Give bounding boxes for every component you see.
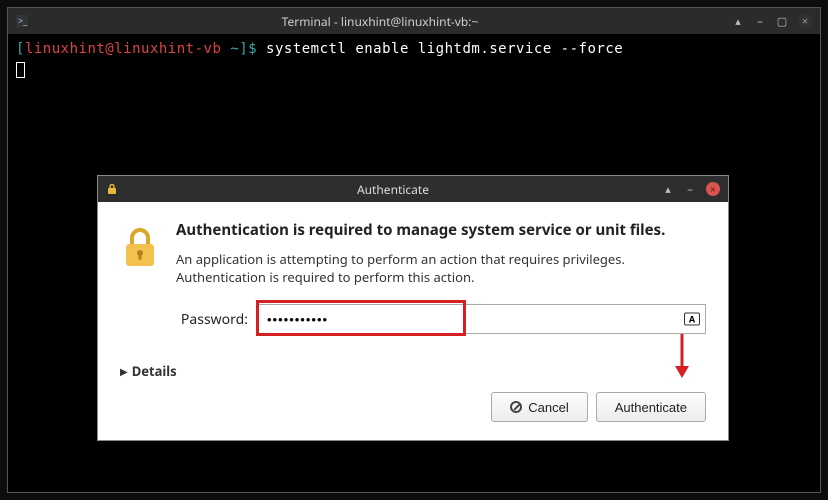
minimize-icon[interactable]: – <box>754 15 766 27</box>
dialog-description: An application is attempting to perform … <box>176 250 706 286</box>
lock-icon <box>106 183 118 195</box>
password-field-wrap: A <box>258 304 706 334</box>
terminal-icon: >_ <box>16 15 28 27</box>
dialog-title: Authenticate <box>124 181 662 198</box>
chevron-right-icon: ▶ <box>120 364 128 378</box>
details-label: Details <box>132 362 177 380</box>
dialog-titlebar[interactable]: Authenticate ▴ – × <box>98 176 728 202</box>
prompt-user: linuxhint@linuxhint-vb <box>25 41 221 57</box>
prompt-bracket-open: [ <box>16 41 25 57</box>
authenticate-button[interactable]: Authenticate <box>596 392 706 422</box>
dialog-keep-above-icon[interactable]: ▴ <box>662 183 674 195</box>
auth-dialog: Authenticate ▴ – × Authentication is req… <box>97 175 729 441</box>
password-label: Password: <box>176 310 248 329</box>
details-expander[interactable]: ▶ Details <box>120 362 706 380</box>
terminal-line: [linuxhint@linuxhint-vb ~]$ systemctl en… <box>16 40 812 60</box>
password-input[interactable] <box>258 304 706 334</box>
prompt-path: ~ <box>221 41 239 57</box>
dialog-close-icon[interactable]: × <box>706 182 720 196</box>
terminal-cursor <box>16 62 25 78</box>
svg-text:>_: >_ <box>18 15 28 27</box>
cancel-label: Cancel <box>528 400 568 415</box>
maximize-icon[interactable]: ▢ <box>776 15 788 27</box>
cancel-button[interactable]: Cancel <box>491 392 587 422</box>
close-icon[interactable]: × <box>798 14 812 28</box>
lock-large-icon <box>120 226 160 334</box>
terminal-command: systemctl enable lightdm.service --force <box>266 41 623 57</box>
terminal-title: Terminal - linuxhint@linuxhint-vb:~ <box>28 13 732 30</box>
dialog-heading: Authentication is required to manage sys… <box>176 220 706 240</box>
keyboard-layout-indicator[interactable]: A <box>684 313 700 326</box>
keep-above-icon[interactable]: ▴ <box>732 15 744 27</box>
prompt-bracket-close: ]$ <box>239 41 266 57</box>
dialog-minimize-icon[interactable]: – <box>684 183 696 195</box>
authenticate-label: Authenticate <box>615 400 687 415</box>
terminal-titlebar[interactable]: >_ Terminal - linuxhint@linuxhint-vb:~ ▴… <box>8 8 820 34</box>
dialog-body: Authentication is required to manage sys… <box>98 202 728 440</box>
cancel-icon <box>510 401 522 413</box>
